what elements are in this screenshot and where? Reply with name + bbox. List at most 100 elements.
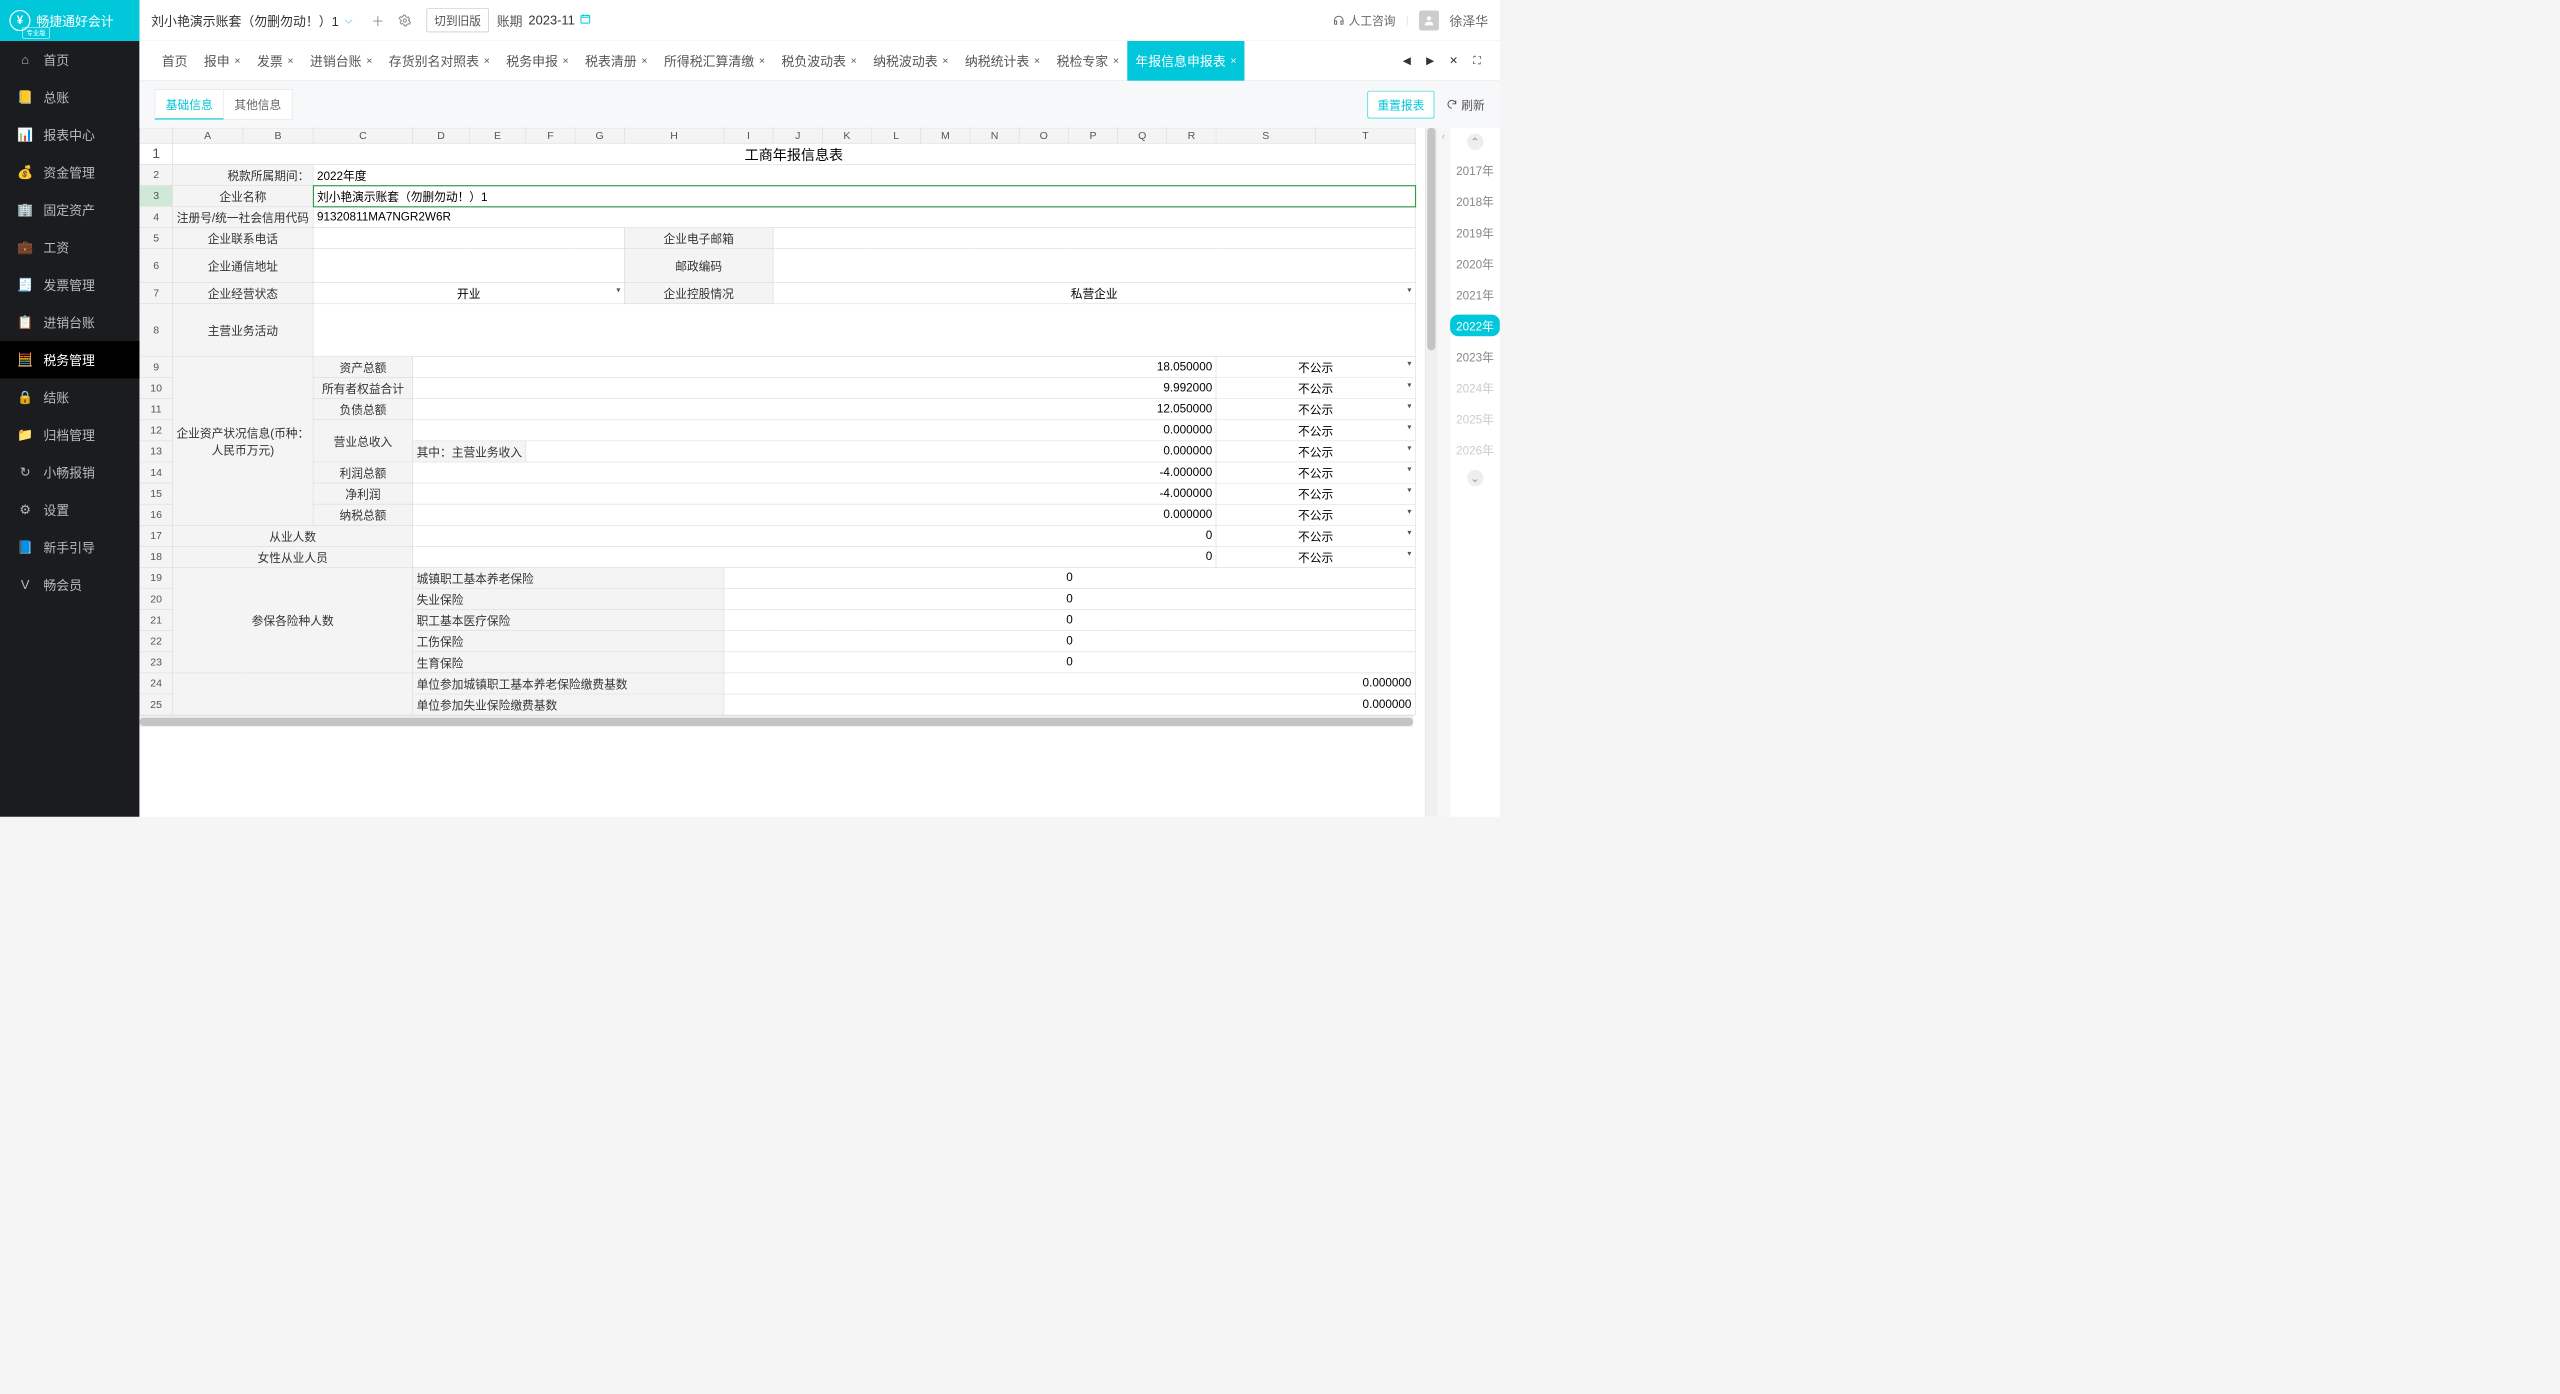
refresh-button[interactable]: 刷新 <box>1446 96 1485 113</box>
sub-tab-basic[interactable]: 基础信息 <box>155 89 224 119</box>
sidebar-item-14[interactable]: V畅会员 <box>0 566 139 603</box>
chevron-down-icon[interactable]: ⌵ <box>345 14 353 26</box>
sidebar-item-9[interactable]: 🔒结账 <box>0 378 139 415</box>
sidebar-item-13[interactable]: 📘新手引导 <box>0 528 139 565</box>
row-header-4[interactable]: 4 <box>140 207 173 228</box>
tab-close-icon[interactable]: × <box>484 54 490 66</box>
col-header-M[interactable]: M <box>921 128 970 143</box>
row-header-20[interactable]: 20 <box>140 589 173 610</box>
col-header-O[interactable]: O <box>1019 128 1068 143</box>
publish-select-16[interactable]: 不公示 <box>1216 504 1415 525</box>
row-header-11[interactable]: 11 <box>140 399 173 420</box>
year-2019年[interactable]: 2019年 <box>1450 221 1500 243</box>
year-2024年[interactable]: 2024年 <box>1450 377 1500 399</box>
sidebar-item-12[interactable]: ⚙设置 <box>0 491 139 528</box>
col-header-S[interactable]: S <box>1216 128 1316 143</box>
col-header-H[interactable]: H <box>624 128 724 143</box>
sidebar-item-2[interactable]: 📊报表中心 <box>0 116 139 153</box>
sub-tab-other[interactable]: 其他信息 <box>224 89 293 119</box>
account-selector[interactable]: 刘小艳演示账套（勿删勿动！）1 <box>151 11 339 30</box>
year-2018年[interactable]: 2018年 <box>1450 190 1500 212</box>
reset-report-button[interactable]: 重置报表 <box>1367 91 1434 119</box>
publish-select-9[interactable]: 不公示 <box>1216 357 1415 378</box>
holding-type-select[interactable]: 私营企业 <box>773 283 1415 304</box>
row-header-21[interactable]: 21 <box>140 610 173 631</box>
publish-select-12[interactable]: 不公示 <box>1216 420 1415 441</box>
publish-select-10[interactable]: 不公示 <box>1216 378 1415 399</box>
publish-select-13[interactable]: 不公示 <box>1216 441 1415 462</box>
year-2020年[interactable]: 2020年 <box>1450 253 1500 275</box>
tab-4[interactable]: 存货别名对照表× <box>381 41 498 81</box>
tab-10[interactable]: 纳税统计表× <box>957 41 1049 81</box>
year-2023年[interactable]: 2023年 <box>1450 346 1500 368</box>
row-header-13[interactable]: 13 <box>140 441 173 462</box>
add-icon[interactable]: ＋ <box>368 10 388 30</box>
col-header-T[interactable]: T <box>1316 128 1416 143</box>
tab-close-all-icon[interactable]: ✕ <box>1445 52 1463 70</box>
fullscreen-icon[interactable]: ⛶ <box>1468 52 1486 70</box>
tab-next-icon[interactable]: ▶ <box>1421 52 1439 70</box>
tab-0[interactable]: 首页 <box>154 41 196 81</box>
gear-icon[interactable] <box>395 10 415 30</box>
row-header-15[interactable]: 15 <box>140 483 173 504</box>
col-header-A[interactable]: A <box>173 128 243 143</box>
sidebar-item-6[interactable]: 🧾发票管理 <box>0 266 139 303</box>
tab-close-icon[interactable]: × <box>851 54 857 66</box>
col-header-F[interactable]: F <box>526 128 575 143</box>
tab-close-icon[interactable]: × <box>563 54 569 66</box>
row-header-18[interactable]: 18 <box>140 546 173 567</box>
row-header-8[interactable]: 8 <box>140 304 173 357</box>
col-header-J[interactable]: J <box>773 128 822 143</box>
calendar-icon[interactable] <box>579 13 591 28</box>
col-header-D[interactable]: D <box>413 128 470 143</box>
col-header-P[interactable]: P <box>1068 128 1117 143</box>
tab-close-icon[interactable]: × <box>1034 54 1040 66</box>
tab-close-icon[interactable]: × <box>1113 54 1119 66</box>
tab-close-icon[interactable]: × <box>366 54 372 66</box>
year-2021年[interactable]: 2021年 <box>1450 284 1500 306</box>
col-header-N[interactable]: N <box>970 128 1019 143</box>
year-2022年[interactable]: 2022年 <box>1450 315 1500 337</box>
row-header-12[interactable]: 12 <box>140 420 173 441</box>
col-header-I[interactable]: I <box>724 128 773 143</box>
tab-close-icon[interactable]: × <box>641 54 647 66</box>
tab-1[interactable]: 报申× <box>196 41 249 81</box>
col-header-C[interactable]: C <box>313 128 413 143</box>
tab-12[interactable]: 年报信息申报表× <box>1127 41 1244 81</box>
year-2017年[interactable]: 2017年 <box>1450 159 1500 181</box>
tab-5[interactable]: 税务申报× <box>498 41 577 81</box>
tab-6[interactable]: 税表清册× <box>577 41 656 81</box>
row-header-19[interactable]: 19 <box>140 567 173 588</box>
row-header-10[interactable]: 10 <box>140 378 173 399</box>
sidebar-item-8[interactable]: 🧮税务管理 <box>0 341 139 378</box>
year-2025年[interactable]: 2025年 <box>1450 408 1500 430</box>
tab-close-icon[interactable]: × <box>234 54 240 66</box>
year-down-icon[interactable]: ⌄ <box>1467 470 1483 486</box>
sidebar-item-11[interactable]: ↻小畅报销 <box>0 453 139 490</box>
business-status-select[interactable]: 开业 <box>313 283 624 304</box>
sidebar-item-0[interactable]: ⌂首页 <box>0 41 139 78</box>
sidebar-item-1[interactable]: 📒总账 <box>0 79 139 116</box>
row-header-9[interactable]: 9 <box>140 357 173 378</box>
tab-prev-icon[interactable]: ◀ <box>1398 52 1416 70</box>
row-header-5[interactable]: 5 <box>140 228 173 249</box>
consult-button[interactable]: 人工咨询 <box>1332 12 1395 29</box>
row-header-1[interactable]: 1 <box>140 143 173 164</box>
col-header-E[interactable]: E <box>469 128 526 143</box>
tab-11[interactable]: 税检专家× <box>1048 41 1127 81</box>
v-scrollbar[interactable] <box>1425 128 1437 817</box>
username[interactable]: 徐泽华 <box>1450 11 1489 30</box>
sidebar-item-5[interactable]: 💼工资 <box>0 229 139 266</box>
year-2026年[interactable]: 2026年 <box>1450 439 1500 461</box>
row-header-22[interactable]: 22 <box>140 631 173 652</box>
row-header-16[interactable]: 16 <box>140 504 173 525</box>
publish-select-14[interactable]: 不公示 <box>1216 462 1415 483</box>
period-value[interactable]: 2023-11 <box>528 13 574 28</box>
tab-close-icon[interactable]: × <box>759 54 765 66</box>
publish-select-11[interactable]: 不公示 <box>1216 399 1415 420</box>
col-header-K[interactable]: K <box>822 128 871 143</box>
row-header-2[interactable]: 2 <box>140 164 173 185</box>
sidebar-item-7[interactable]: 📋进销台账 <box>0 303 139 340</box>
tab-3[interactable]: 进销台账× <box>302 41 381 81</box>
row-header-7[interactable]: 7 <box>140 283 173 304</box>
